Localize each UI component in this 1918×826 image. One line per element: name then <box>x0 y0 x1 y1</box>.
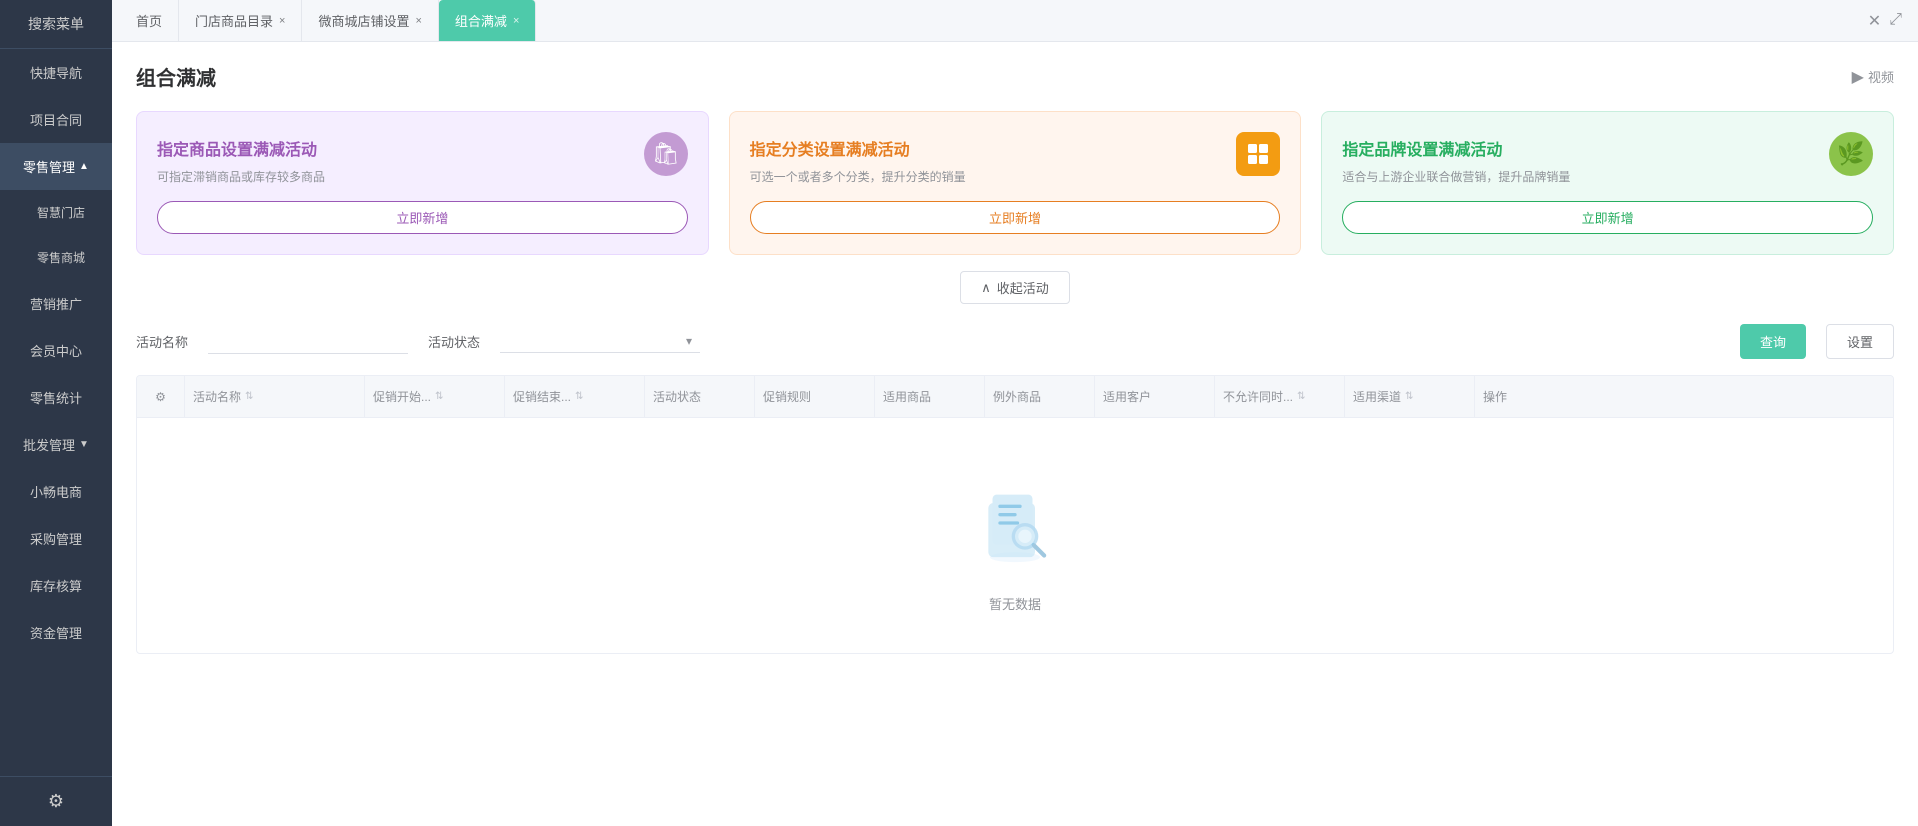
th-except: 例外商品 <box>985 376 1095 417</box>
th-rule-label: 促销规则 <box>763 388 811 405</box>
empty-text: 暂无数据 <box>989 594 1041 613</box>
card-by-product-desc: 可指定滞销商品或库存较多商品 <box>157 168 688 185</box>
tab-combo-discount[interactable]: 组合满减 × <box>439 0 536 41</box>
th-op-label: 操作 <box>1483 388 1507 405</box>
main-area: 首页 门店商品目录 × 微商城店铺设置 × 组合满减 × ✕ ⤢ 组合满减 ▶ … <box>112 0 1918 826</box>
th-status-label: 活动状态 <box>653 388 701 405</box>
card-by-brand-btn[interactable]: 立即新增 <box>1342 201 1873 234</box>
tab-product-catalog-close[interactable]: × <box>279 15 285 27</box>
card-by-category-btn[interactable]: 立即新增 <box>750 201 1281 234</box>
settings-button[interactable]: 设置 <box>1826 324 1894 359</box>
sidebar: 搜索菜单 快捷导航 项目合同 零售管理 ▲ 智慧门店 零售商城 营销推广 会员中… <box>0 0 112 826</box>
th-channel[interactable]: 适用渠道 ⇅ <box>1345 376 1475 417</box>
video-link[interactable]: ▶ 视频 <box>1852 67 1894 87</box>
sidebar-item-retail-mall[interactable]: 零售商城 <box>0 235 112 280</box>
gear-icon: ⚙ <box>155 390 166 404</box>
filter-row: 活动名称 活动状态 ▾ 查询 设置 <box>136 324 1894 359</box>
th-goods: 适用商品 <box>875 376 985 417</box>
card-by-category-icon <box>1236 132 1280 176</box>
th-start[interactable]: 促销开始... ⇅ <box>365 376 505 417</box>
th-channel-label: 适用渠道 <box>1353 388 1401 405</box>
th-start-label: 促销开始... <box>373 388 431 405</box>
collapse-arrow-icon: ∧ <box>981 280 991 296</box>
data-table: ⚙ 活动名称 ⇅ 促销开始... ⇅ 促销结束... ⇅ 活动状态 <box>136 375 1894 654</box>
sidebar-item-wholesale-mgmt[interactable]: 批发管理 ▼ <box>0 421 112 468</box>
th-status: 活动状态 <box>645 376 755 417</box>
sidebar-item-member-center[interactable]: 会员中心 <box>0 327 112 374</box>
tab-combo-discount-close[interactable]: × <box>513 15 519 27</box>
sort-end-icon: ⇅ <box>575 391 583 402</box>
card-by-brand-icon: 🌿 <box>1829 132 1873 176</box>
empty-illustration <box>965 478 1065 578</box>
th-goods-label: 适用商品 <box>883 388 931 405</box>
sidebar-item-retail-stats[interactable]: 零售统计 <box>0 374 112 421</box>
collapse-btn-label: 收起活动 <box>997 278 1049 297</box>
card-by-brand-title: 指定品牌设置满减活动 <box>1342 136 1873 160</box>
th-name[interactable]: 活动名称 ⇅ <box>185 376 365 417</box>
tab-product-catalog[interactable]: 门店商品目录 × <box>179 0 302 41</box>
collapse-bar: ∧ 收起活动 <box>136 271 1894 304</box>
card-by-category-title: 指定分类设置满减活动 <box>750 136 1281 160</box>
tab-home[interactable]: 首页 <box>120 0 179 41</box>
sidebar-item-inventory[interactable]: 库存核算 <box>0 562 112 609</box>
tab-wechat-store-close[interactable]: × <box>415 15 421 27</box>
th-no-same-label: 不允许同时... <box>1223 388 1293 405</box>
th-rule: 促销规则 <box>755 376 875 417</box>
th-except-label: 例外商品 <box>993 388 1041 405</box>
empty-state: 暂无数据 <box>137 418 1893 653</box>
sort-channel-icon: ⇅ <box>1405 391 1413 402</box>
sidebar-item-finance[interactable]: 资金管理 <box>0 609 112 656</box>
card-by-product-btn[interactable]: 立即新增 <box>157 201 688 234</box>
table-header: ⚙ 活动名称 ⇅ 促销开始... ⇅ 促销结束... ⇅ 活动状态 <box>137 376 1893 418</box>
th-gear[interactable]: ⚙ <box>137 376 185 417</box>
filter-activity-status-select[interactable]: ▾ <box>500 330 700 353</box>
card-by-product-title: 指定商品设置满减活动 <box>157 136 688 160</box>
tab-wechat-store[interactable]: 微商城店铺设置 × <box>302 0 438 41</box>
filter-activity-status-label: 活动状态 <box>428 332 480 351</box>
sidebar-item-quick-nav[interactable]: 快捷导航 <box>0 49 112 96</box>
th-end[interactable]: 促销结束... ⇅ <box>505 376 645 417</box>
query-button[interactable]: 查询 <box>1740 324 1806 359</box>
filter-activity-name-input[interactable] <box>208 330 408 354</box>
tab-window-actions: ✕ ⤢ <box>1860 11 1910 31</box>
sidebar-item-project-contract[interactable]: 项目合同 <box>0 96 112 143</box>
chevron-down-icon: ▾ <box>686 334 692 348</box>
window-maximize-btn[interactable]: ⤢ <box>1889 11 1902 31</box>
wholesale-arrow: ▼ <box>79 439 89 450</box>
card-by-brand: 🌿 指定品牌设置满减活动 适合与上游企业联合做营销，提升品牌销量 立即新增 <box>1321 111 1894 255</box>
sidebar-item-purchase-mgmt[interactable]: 采购管理 <box>0 515 112 562</box>
collapse-activities-btn[interactable]: ∧ 收起活动 <box>960 271 1070 304</box>
th-op: 操作 <box>1475 376 1893 417</box>
sidebar-item-marketing[interactable]: 营销推广 <box>0 280 112 327</box>
tab-bar: 首页 门店商品目录 × 微商城店铺设置 × 组合满减 × ✕ ⤢ <box>112 0 1918 42</box>
filter-activity-name-label: 活动名称 <box>136 332 188 351</box>
th-name-label: 活动名称 <box>193 388 241 405</box>
sort-no-same-icon: ⇅ <box>1297 391 1305 402</box>
card-by-brand-desc: 适合与上游企业联合做营销，提升品牌销量 <box>1342 168 1873 185</box>
sidebar-item-xiaochange[interactable]: 小畅电商 <box>0 468 112 515</box>
card-by-category: 指定分类设置满减活动 可选一个或者多个分类，提升分类的销量 立即新增 <box>729 111 1302 255</box>
sidebar-item-retail-mgmt[interactable]: 零售管理 ▲ <box>0 143 112 190</box>
th-end-label: 促销结束... <box>513 388 571 405</box>
th-customer-label: 适用客户 <box>1103 388 1151 405</box>
window-close-btn[interactable]: ✕ <box>1868 11 1881 31</box>
sidebar-settings-btn[interactable]: ⚙ <box>0 776 112 826</box>
sidebar-item-smart-store[interactable]: 智慧门店 <box>0 190 112 235</box>
video-label: 视频 <box>1868 67 1894 86</box>
sidebar-search[interactable]: 搜索菜单 <box>0 0 112 49</box>
video-icon: ▶ <box>1852 67 1864 87</box>
sort-start-icon: ⇅ <box>435 391 443 402</box>
th-customer: 适用客户 <box>1095 376 1215 417</box>
retail-mgmt-arrow: ▲ <box>79 161 89 172</box>
card-by-product-icon: 🛍 <box>644 132 688 176</box>
page-header: 组合满减 ▶ 视频 <box>136 62 1894 91</box>
card-by-product: 🛍 指定商品设置满减活动 可指定滞销商品或库存较多商品 立即新增 <box>136 111 709 255</box>
card-by-category-desc: 可选一个或者多个分类，提升分类的销量 <box>750 168 1281 185</box>
page-title: 组合满减 <box>136 62 216 91</box>
content-area: 组合满减 ▶ 视频 🛍 指定商品设置满减活动 可指定滞销商品或库存较多商品 立即… <box>112 42 1918 826</box>
cards-row: 🛍 指定商品设置满减活动 可指定滞销商品或库存较多商品 立即新增 指定分类设置满… <box>136 111 1894 255</box>
sort-name-icon: ⇅ <box>245 391 253 402</box>
th-no-same[interactable]: 不允许同时... ⇅ <box>1215 376 1345 417</box>
